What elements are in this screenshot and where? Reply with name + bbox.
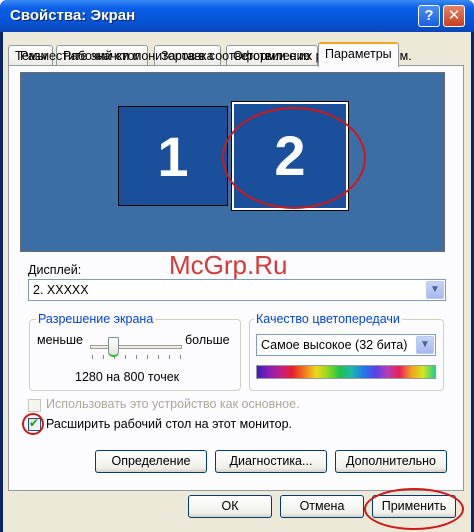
color-quality-title: Качество цветопередачи xyxy=(254,312,402,326)
resolution-more-label: больше xyxy=(185,333,230,347)
primary-device-checkbox[interactable] xyxy=(28,399,41,412)
primary-device-label: Использовать это устройство как основное… xyxy=(46,397,300,411)
resolution-slider-thumb[interactable] xyxy=(108,337,119,357)
window-title: Свойства: Экран xyxy=(10,7,136,24)
chevron-down-icon[interactable]: ▼ xyxy=(416,336,434,354)
tab-settings[interactable]: Параметры xyxy=(318,42,399,67)
highlight-circle xyxy=(22,413,44,435)
resolution-less-label: меньше xyxy=(37,333,83,347)
monitor-1[interactable]: 1 xyxy=(118,106,228,206)
identify-button[interactable]: Определение xyxy=(95,450,207,473)
watermark: McGrp.Ru xyxy=(169,250,288,280)
color-quality-value: Самое высокое (32 бита) xyxy=(261,338,408,352)
display-label: Дисплей: xyxy=(28,263,82,277)
highlight-circle xyxy=(222,107,366,209)
extend-desktop-label: Расширить рабочий стол на этот монитор. xyxy=(46,417,293,431)
display-value: 2. XXXXX xyxy=(33,283,89,297)
close-icon[interactable]: ✕ xyxy=(443,5,465,27)
help-icon[interactable]: ? xyxy=(418,5,440,27)
ok-button[interactable]: ОК xyxy=(188,495,272,518)
title-bar[interactable]: Свойства: Экран ? ✕ xyxy=(0,0,474,32)
resolution-slider-track[interactable] xyxy=(90,345,182,349)
highlight-circle xyxy=(364,488,464,530)
slider-ticks xyxy=(92,355,182,359)
cancel-button[interactable]: Отмена xyxy=(280,495,364,518)
resolution-value: 1280 на 800 точек xyxy=(75,370,180,384)
display-properties-window: Свойства: Экран ? ✕ Темы Рабочий стол За… xyxy=(0,0,474,532)
advanced-button[interactable]: Дополнительно xyxy=(335,450,447,473)
color-spectrum-preview xyxy=(256,365,436,379)
display-select[interactable]: 2. XXXXX ▼ xyxy=(28,279,446,301)
troubleshoot-button[interactable]: Диагностика... xyxy=(215,450,327,473)
resolution-title: Разрешение экрана xyxy=(36,312,156,326)
color-quality-select[interactable]: Самое высокое (32 бита) ▼ xyxy=(256,334,436,356)
chevron-down-icon[interactable]: ▼ xyxy=(426,281,444,299)
